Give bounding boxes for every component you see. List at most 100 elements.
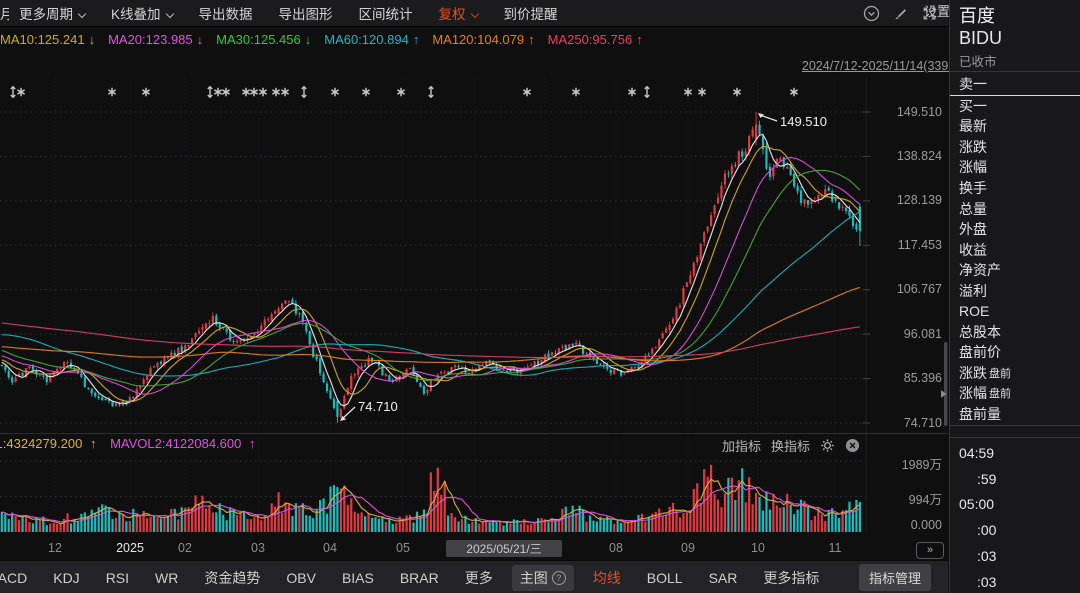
ma-value: MA250:95.756↑ — [548, 32, 643, 47]
toolbar-items: 更多周期 K线叠加 导出数据 导出图形 区间统计 复权 到价提醒 — [19, 3, 558, 23]
price-annotations: 149.51074.710 — [340, 113, 827, 421]
ma-value: MA120:104.079↑ — [432, 32, 534, 47]
brush-icon[interactable] — [892, 5, 909, 22]
indicator-tab[interactable]: 均线 — [580, 568, 634, 588]
date-axis-label: 02 — [178, 541, 192, 555]
volume-axis-label: 1989万 — [870, 454, 942, 473]
quote-row: 净资产 — [950, 260, 1080, 281]
trade-time: :03 — [950, 569, 1080, 593]
panel-divider — [950, 425, 1080, 426]
price-axis-label: 138.824 — [870, 149, 942, 163]
trade-times-list[interactable]: 04:59:5905:00:00:03:03 — [950, 440, 1080, 593]
indicator-tab[interactable]: BOLL — [634, 570, 696, 586]
chevron-down-icon — [78, 10, 86, 18]
indicator-manage-button[interactable]: 指标管理 — [859, 564, 931, 591]
date-axis-label: 09 — [681, 541, 695, 555]
date-axis-label: 12 — [48, 541, 62, 555]
indicator-tab[interactable]: 资金趋势 — [191, 568, 273, 588]
quote-row: 收益 — [950, 239, 1080, 260]
quote-row: 买一 — [950, 96, 1080, 117]
indicator-tab[interactable]: OBV — [273, 570, 329, 586]
trade-time: 04:59 — [950, 440, 1080, 466]
ma-value: MA20:123.985↓ — [108, 32, 203, 47]
ma-value: MA10:125.241↓ — [0, 32, 95, 47]
quote-row: 涨跌盘前 — [950, 363, 1080, 384]
quote-panel: 百度 BIDU 已收市 卖一买一最新涨跌涨幅换手总量外盘收益净资产溢利ROE总股… — [949, 0, 1080, 593]
svg-text:74.710: 74.710 — [358, 399, 398, 414]
trade-time: :03 — [950, 543, 1080, 569]
gear-icon[interactable] — [820, 438, 835, 453]
indicator-tab[interactable]: RSI — [93, 570, 142, 586]
volume-bars — [1, 465, 861, 532]
indicator-tab[interactable]: MACD — [0, 570, 40, 586]
toolbar-item[interactable]: 复权 — [439, 3, 478, 23]
indicator-tab[interactable]: 更多指标 — [750, 568, 832, 588]
circle-chevron-icon[interactable] — [863, 5, 880, 22]
ma-value: MA60:120.894↑ — [324, 32, 419, 47]
date-axis-label: 11 — [829, 541, 842, 555]
add-indicator-button[interactable]: 加指标 — [722, 436, 761, 455]
date-axis-label: 04 — [323, 541, 337, 555]
toolbar-item[interactable]: 更多周期 — [19, 3, 85, 23]
switch-indicator-button[interactable]: 换指标 — [771, 436, 810, 455]
price-axis-label: 149.510 — [870, 105, 942, 119]
date-axis-label: 03 — [251, 541, 265, 555]
candles — [1, 112, 861, 423]
mavol1-arrow: ↑ — [90, 436, 97, 451]
date-axis-label: 08 — [609, 541, 623, 555]
toolbar-item[interactable]: 区间统计 — [359, 3, 413, 23]
date-axis-label: 10 — [751, 541, 765, 555]
event-markers — [11, 87, 797, 98]
volume-pane-tools: 加指标 换指标 — [722, 436, 860, 454]
quote-row: 盘前量 — [950, 404, 1080, 425]
chevron-down-icon — [470, 10, 478, 18]
stock-name: 百度 — [959, 5, 1080, 27]
indicator-tabbar: MACDKDJRSIWR资金趋势OBVBIASBRAR更多主图? 均线BOLLSA… — [0, 560, 948, 593]
quote-row: 卖一 — [950, 74, 1080, 96]
toolbar-item[interactable]: 到价提醒 — [504, 3, 558, 23]
indicator-tab[interactable]: WR — [142, 570, 191, 586]
trade-time: :00 — [950, 517, 1080, 543]
quote-row: 总股本 — [950, 322, 1080, 343]
top-toolbar: 月 更多周期 K线叠加 导出数据 导出图形 区间统计 复权 到价提醒 — [0, 0, 948, 27]
trade-time: 05:00 — [950, 492, 1080, 518]
indicator-tab[interactable]: BRAR — [387, 570, 452, 586]
quote-row: 外盘 — [950, 219, 1080, 240]
quote-header: 百度 BIDU 已收市 — [950, 0, 1080, 70]
indicator-tab[interactable]: KDJ — [40, 570, 92, 586]
volume-axis-label: 994万 — [870, 489, 942, 508]
clipped-period-item[interactable]: 月 — [0, 3, 9, 23]
mavol1-label: MAVOL1:4324279.200 — [0, 436, 82, 451]
price-axis-label: 96.081 — [870, 327, 942, 341]
candlestick-chart[interactable]: 149.510 74.710 — [0, 0, 948, 558]
panel-divider — [950, 71, 1080, 72]
quote-row: 涨幅盘前 — [950, 383, 1080, 404]
close-pane-icon[interactable] — [845, 438, 860, 453]
quote-row: 总量 — [950, 198, 1080, 219]
volume-indicator-row: MAVOL1:4324279.200 ↑ MAVOL2:4122084.600 … — [0, 436, 700, 452]
quote-row: ROE — [950, 301, 1080, 322]
toolbar-item[interactable]: K线叠加 — [111, 3, 173, 23]
indicator-tab[interactable]: 主图? — [512, 565, 574, 591]
indicator-tab[interactable]: 更多 — [452, 568, 506, 588]
market-status: 已收市 — [959, 51, 1080, 70]
stock-symbol: BIDU — [959, 27, 1080, 49]
date-axis-label: 05 — [396, 541, 410, 555]
toolbar-item[interactable]: 导出数据 — [199, 3, 253, 23]
help-icon[interactable]: ? — [552, 571, 566, 585]
price-axis-label: 106.767 — [870, 282, 942, 296]
quote-row: 溢利 — [950, 280, 1080, 301]
toolbar-item[interactable]: 导出图形 — [279, 3, 333, 23]
mavol2-arrow: ↑ — [249, 436, 256, 451]
indicator-tab[interactable]: BIAS — [329, 570, 387, 586]
mavol2-label: MAVOL2:4122084.600 — [110, 436, 241, 451]
quote-row: 盘前价 — [950, 342, 1080, 363]
quote-row: 涨跌 — [950, 137, 1080, 158]
scroll-right-button[interactable]: » — [916, 542, 944, 559]
selected-date-box[interactable]: 2025/05/21/三 — [446, 540, 562, 557]
scrollbar-thumb — [944, 342, 948, 426]
price-axis-label: 128.139 — [870, 193, 942, 207]
quote-row: 换手 — [950, 178, 1080, 199]
indicator-tab[interactable]: SAR — [696, 570, 751, 586]
scroll-arrow-icon — [941, 390, 947, 398]
